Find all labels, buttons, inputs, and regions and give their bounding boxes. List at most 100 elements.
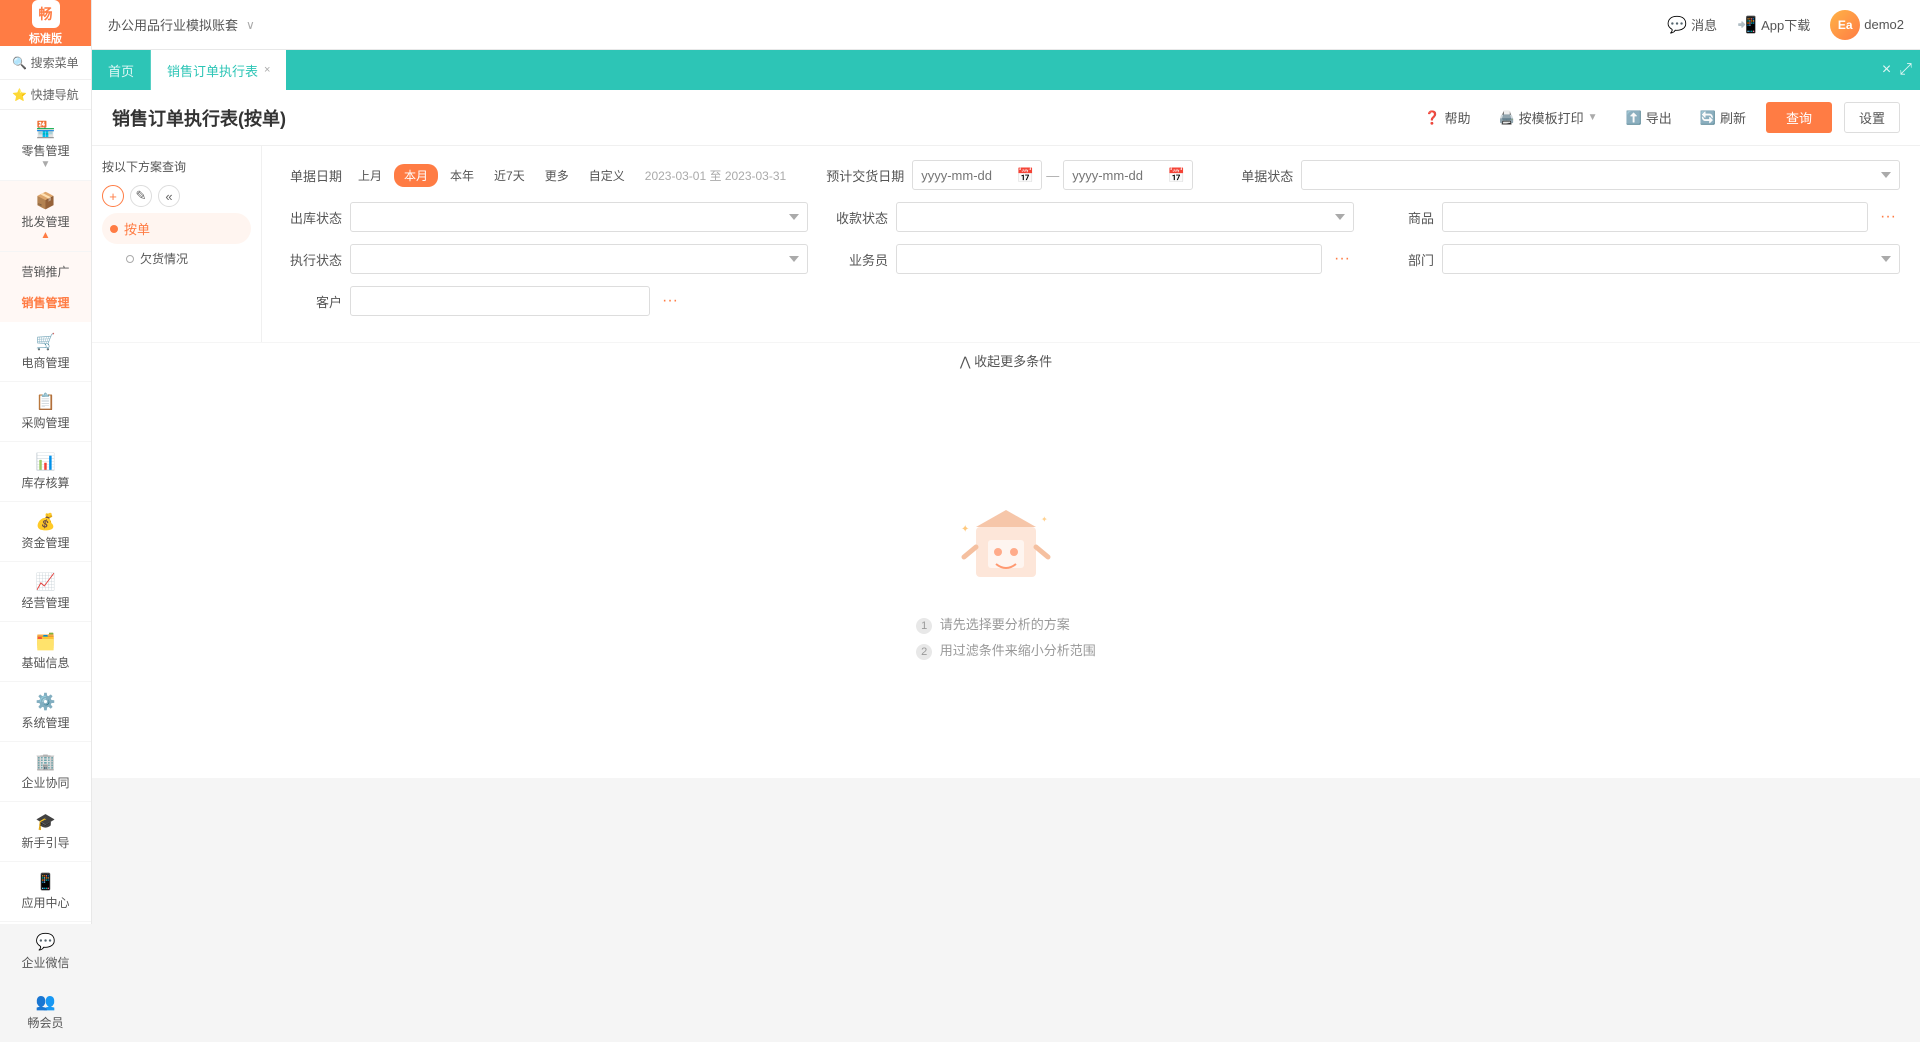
export-icon: ⬆️ <box>1626 110 1642 126</box>
receive-status-field: 收款状态 <box>828 202 1354 232</box>
message-action[interactable]: 💬 消息 <box>1667 15 1717 35</box>
collapse-arrow: ⋀ <box>960 354 971 369</box>
sidebar: 畅 标准版 🔍 搜索菜单 ⭐ 快捷导航 🏪 零售管理 ▼ 📦 批发管理 ▲ 营销… <box>0 0 92 924</box>
page-header: 销售订单执行表(按单) ❓ 帮助 🖨️ 按模板打印 ▼ ⬆️ 导出 🔄 刷新 <box>92 90 1920 146</box>
scheme-title: 按以下方案查询 <box>102 158 186 175</box>
customer-input[interactable] <box>350 286 650 316</box>
wholesale-label: 批发管理 <box>21 213 69 230</box>
sidebar-item-retail[interactable]: 🏪 零售管理 ▼ <box>0 110 91 181</box>
empty-state-illustration: ✦ ✦ <box>956 492 1056 592</box>
sidebar-item-wechat[interactable]: 💬 企业微信 <box>0 922 91 982</box>
filter-area: 按以下方案查询 + ✎ « 按单 <box>92 146 1920 342</box>
out-status-field: 出库状态 <box>282 202 808 232</box>
edit-scheme-btn[interactable]: ✎ <box>130 185 152 207</box>
order-status-select[interactable] <box>1301 160 1900 190</box>
collapse-panel-btn[interactable]: « <box>158 185 180 207</box>
sidebar-item-finance[interactable]: 💰 资金管理 <box>0 502 91 562</box>
submenu-marketing[interactable]: 营销推广 <box>0 256 91 287</box>
date-recent7-btn[interactable]: 近7天 <box>486 164 533 187</box>
header-right: 💬 消息 📲 App下载 Ea demo2 <box>1667 10 1904 40</box>
retail-label: 零售管理 <box>21 142 69 159</box>
scheme-dot <box>110 225 118 233</box>
help-icon: ❓ <box>1424 110 1440 126</box>
sidebar-item-operations[interactable]: 📈 经营管理 <box>0 562 91 622</box>
ecommerce-icon: 🛒 <box>36 332 56 352</box>
member-label: 畅会员 <box>27 1014 63 1031</box>
sidebar-search[interactable]: 🔍 搜索菜单 <box>0 46 91 80</box>
sidebar-item-basic[interactable]: 🗂️ 基础信息 <box>0 622 91 682</box>
inventory-icon: 📊 <box>36 452 56 472</box>
tab-home[interactable]: 首页 <box>92 50 151 90</box>
scheme-sub-backorder[interactable]: 欠货情况 <box>102 244 251 273</box>
wholesale-icon: 📦 <box>36 191 56 211</box>
exec-status-select[interactable] <box>350 244 808 274</box>
help-label: 帮助 <box>1444 108 1470 127</box>
sidebar-item-purchase[interactable]: 📋 采购管理 <box>0 382 91 442</box>
goods-dots-btn[interactable]: ··· <box>1876 208 1900 226</box>
sidebar-item-newuser[interactable]: 🎓 新手引导 <box>0 802 91 862</box>
breadcrumb-arrow-icon[interactable]: ∨ <box>246 18 255 32</box>
date-custom-btn[interactable]: 自定义 <box>581 164 633 187</box>
sidebar-quick-nav[interactable]: ⭐ 快捷导航 <box>0 80 91 110</box>
message-icon: 💬 <box>1667 15 1687 35</box>
receive-status-select[interactable] <box>896 202 1354 232</box>
delivery-end-input[interactable] <box>1063 160 1193 190</box>
help-button[interactable]: ❓ 帮助 <box>1416 104 1478 131</box>
scheme-item-order[interactable]: 按单 <box>102 213 251 244</box>
date-label: 单据日期 <box>282 166 342 185</box>
sidebar-item-appcenter[interactable]: 📱 应用中心 <box>0 862 91 922</box>
customer-dots-btn[interactable]: ··· <box>658 292 682 310</box>
filter-row-3: 执行状态 业务员 ··· 部门 <box>282 244 1900 274</box>
export-button[interactable]: ⬆️ 导出 <box>1618 104 1680 131</box>
message-label: 消息 <box>1691 15 1717 34</box>
inventory-label: 库存核算 <box>21 474 69 491</box>
salesman-dots-btn[interactable]: ··· <box>1330 250 1354 268</box>
tab-maximize-btn[interactable]: ⤢ <box>1899 61 1912 79</box>
tab-close-icon[interactable]: × <box>264 64 270 76</box>
collapse-more-btn[interactable]: ⋀ 收起更多条件 <box>92 342 1920 378</box>
user-action[interactable]: Ea demo2 <box>1830 10 1904 40</box>
settings-button[interactable]: 设置 <box>1844 102 1900 133</box>
sidebar-item-inventory[interactable]: 📊 库存核算 <box>0 442 91 502</box>
page-header-actions: ❓ 帮助 🖨️ 按模板打印 ▼ ⬆️ 导出 🔄 刷新 查询 设置 <box>1416 102 1900 145</box>
date-more-btn[interactable]: 更多 <box>537 164 577 187</box>
refresh-button[interactable]: 🔄 刷新 <box>1692 104 1754 131</box>
sidebar-item-member[interactable]: 👥 畅会员 <box>0 982 91 1042</box>
tab-close-btn[interactable]: × <box>1882 61 1891 79</box>
logo-text: 标准版 <box>29 30 62 46</box>
sidebar-item-wholesale[interactable]: 📦 批发管理 ▲ <box>0 181 91 252</box>
filter-row-2: 出库状态 收款状态 商品 ··· <box>282 202 1900 232</box>
hint1: 1 请先选择要分析的方案 <box>916 612 1096 638</box>
operations-icon: 📈 <box>36 572 56 592</box>
dept-field: 部门 <box>1374 244 1900 274</box>
add-scheme-btn[interactable]: + <box>102 185 124 207</box>
date-this-year-btn[interactable]: 本年 <box>442 164 482 187</box>
dept-label: 部门 <box>1374 250 1434 269</box>
sub-dot <box>126 255 134 263</box>
print-label: 按模板打印 <box>1519 108 1584 127</box>
date-prev-month-btn[interactable]: 上月 <box>350 164 390 187</box>
sidebar-item-enterprise[interactable]: 🏢 企业协同 <box>0 742 91 802</box>
tab-sales-order[interactable]: 销售订单执行表 × <box>151 50 286 90</box>
dept-select[interactable] <box>1442 244 1900 274</box>
date-this-month-btn[interactable]: 本月 <box>394 164 438 187</box>
out-status-select[interactable] <box>350 202 808 232</box>
wholesale-arrow: ▲ <box>41 230 51 241</box>
wholesale-submenu: 营销推广 销售管理 <box>0 252 91 322</box>
enterprise-label: 企业协同 <box>21 774 69 791</box>
query-button[interactable]: 查询 <box>1766 102 1832 133</box>
filter-row-4: 客户 ··· <box>282 286 1900 316</box>
basic-label: 基础信息 <box>21 654 69 671</box>
ecommerce-label: 电商管理 <box>21 354 69 371</box>
sidebar-item-ecommerce[interactable]: 🛒 电商管理 <box>0 322 91 382</box>
submenu-sales[interactable]: 销售管理 <box>0 287 91 318</box>
purchase-icon: 📋 <box>36 392 56 412</box>
print-button[interactable]: 🖨️ 按模板打印 ▼ <box>1490 104 1605 131</box>
page-content: 销售订单执行表(按单) ❓ 帮助 🖨️ 按模板打印 ▼ ⬆️ 导出 🔄 刷新 <box>92 90 1920 924</box>
app-download-action[interactable]: 📲 App下载 <box>1737 15 1810 35</box>
salesman-input[interactable] <box>896 244 1322 274</box>
sidebar-item-system[interactable]: ⚙️ 系统管理 <box>0 682 91 742</box>
goods-input[interactable] <box>1442 202 1868 232</box>
system-icon: ⚙️ <box>36 692 56 712</box>
delivery-start-input[interactable] <box>912 160 1042 190</box>
